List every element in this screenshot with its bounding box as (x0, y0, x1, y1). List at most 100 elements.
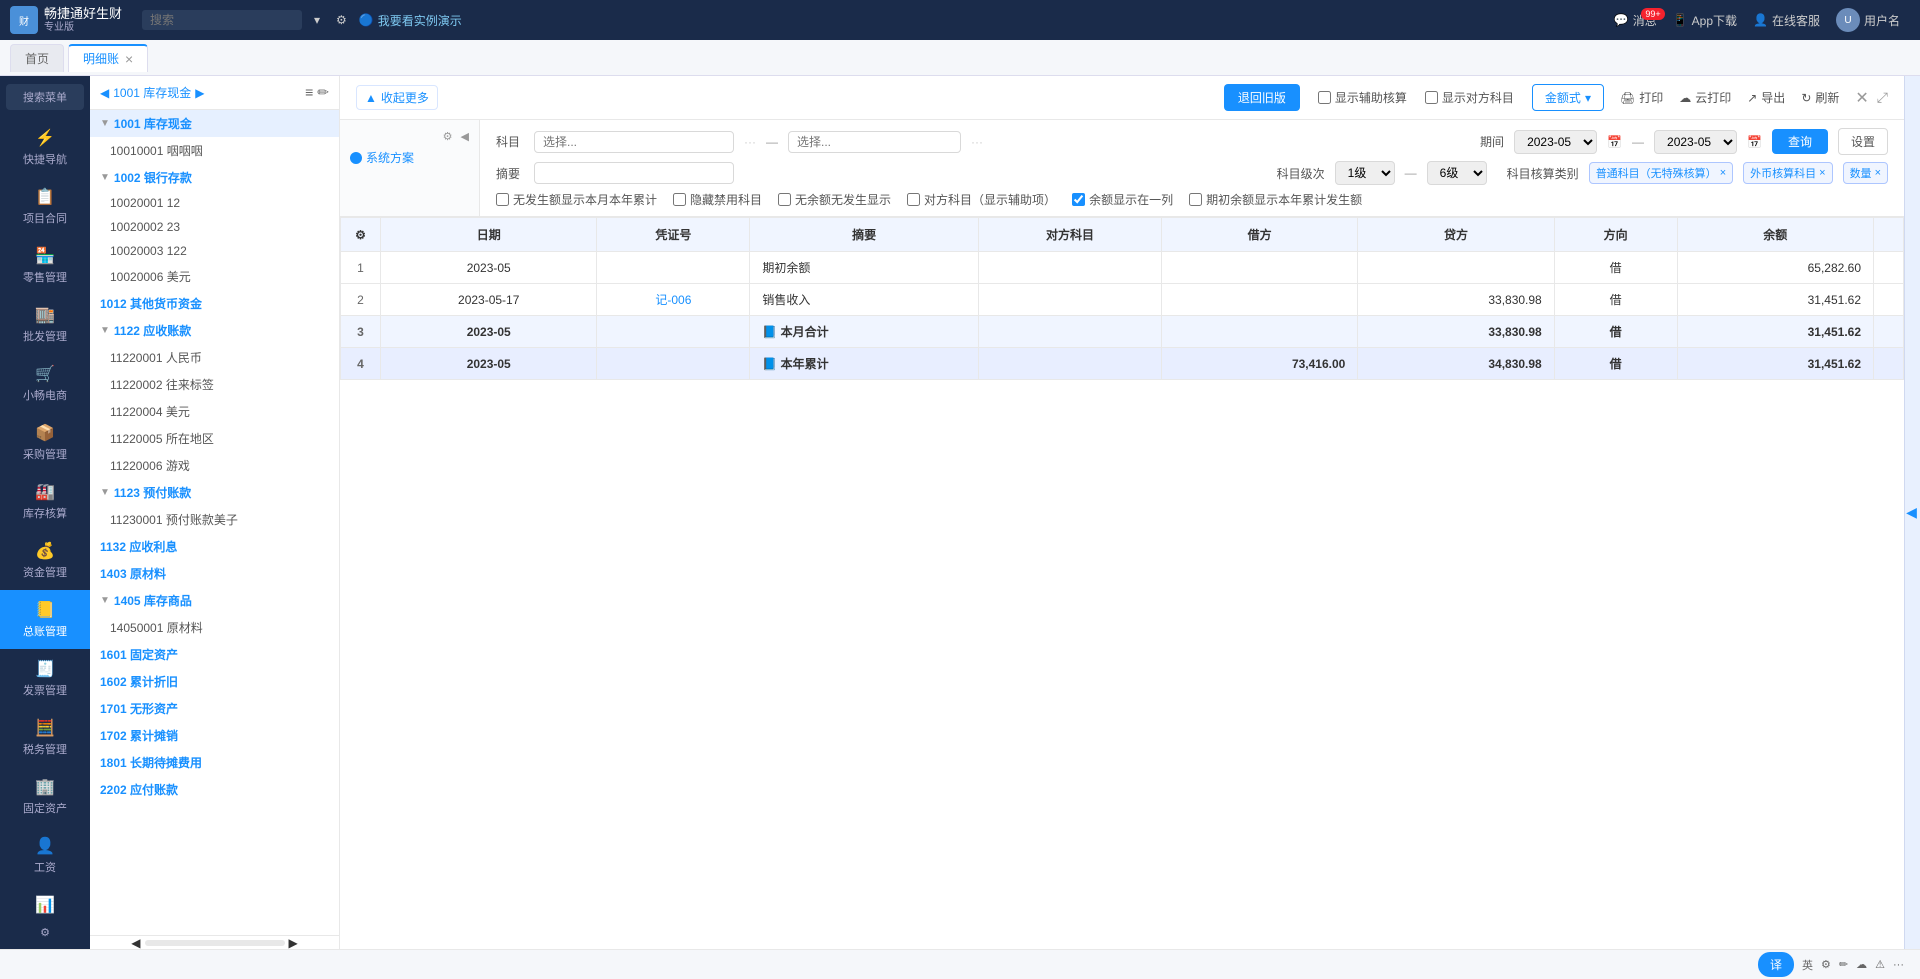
account-item-1132[interactable]: 1132 应收利息 (90, 533, 339, 560)
account-item-1405[interactable]: ▼ 1405 库存商品 (90, 587, 339, 614)
user-avatar[interactable]: U 用户名 (1836, 8, 1900, 32)
status-english[interactable]: 英 (1802, 957, 1813, 973)
voucher-style-btn[interactable]: 金额式 ▾ (1532, 84, 1604, 111)
account-item-14050001[interactable]: 14050001 原材料 (90, 614, 339, 641)
tag-close-icon[interactable]: × (1875, 167, 1881, 179)
online-service-btn[interactable]: 👤 在线客服 (1753, 12, 1820, 29)
account-item-1002[interactable]: ▼ 1002 银行存款 (90, 164, 339, 191)
sidebar-item-project[interactable]: 📋 项目合同 (0, 177, 90, 236)
show-opposite-checkbox[interactable]: 显示对方科目 (1425, 89, 1514, 106)
account-item-1123[interactable]: ▼ 1123 预付账款 (90, 479, 339, 506)
level-end-select[interactable]: 6级 (1427, 161, 1487, 185)
period-end-select[interactable]: 2023-05 (1654, 130, 1737, 154)
footer-scrollbar[interactable] (145, 940, 285, 946)
summary-input[interactable] (534, 162, 734, 184)
sidebar-item-salary[interactable]: 👤 工资 (0, 826, 90, 885)
cell-voucher[interactable]: 记-006 (597, 284, 750, 316)
account-item-11230001[interactable]: 11230001 预付账款美子 (90, 506, 339, 533)
subject-end-input[interactable] (788, 131, 961, 153)
level-start-select[interactable]: 1级 (1335, 161, 1395, 185)
cloud-print-btn[interactable]: ☁ 云打印 (1679, 89, 1731, 106)
account-item-11220002[interactable]: 11220002 往来标签 (90, 371, 339, 398)
tab-home[interactable]: 首页 (10, 44, 64, 72)
sidebar-item-purchase[interactable]: 📦 采购管理 (0, 413, 90, 472)
checkbox-hide-disabled[interactable]: 隐藏禁用科目 (673, 191, 762, 208)
period-end-calendar-icon[interactable]: 📅 (1747, 135, 1762, 149)
dropdown-icon[interactable]: ▾ (310, 9, 324, 31)
refresh-btn[interactable]: ↻ 刷新 (1801, 89, 1839, 106)
account-item-11220004[interactable]: 11220004 美元 (90, 398, 339, 425)
checkbox-initial-balance[interactable]: 期初余额显示本年累计发生额 (1189, 191, 1362, 208)
account-item-1122[interactable]: ▼ 1122 应收账款 (90, 317, 339, 344)
settings-icon[interactable]: ⚙ (332, 9, 351, 31)
status-warning[interactable]: ⚠ (1875, 958, 1885, 971)
checkbox-balance-column[interactable]: 余额显示在一列 (1072, 191, 1173, 208)
sidebar-item-quick-nav[interactable]: ⚡ 快捷导航 (0, 118, 90, 177)
account-item-1602[interactable]: 1602 累计折旧 (90, 668, 339, 695)
print-btn[interactable]: 🖨 打印 (1620, 89, 1663, 106)
period-calendar-icon[interactable]: 📅 (1607, 135, 1622, 149)
footer-left-arrow[interactable]: ◀ (131, 936, 140, 950)
translate-btn[interactable]: 译 (1758, 952, 1794, 977)
query-button[interactable]: 查询 (1772, 129, 1828, 154)
account-item-1701[interactable]: 1701 无形资产 (90, 695, 339, 722)
account-item-1001[interactable]: ▼ 1001 库存现金 (90, 110, 339, 137)
account-item-10020001[interactable]: 10020001 12 (90, 191, 339, 215)
sidebar-item-invoice[interactable]: 🧾 发票管理 (0, 649, 90, 708)
scheme-collapse-icon[interactable]: ◀ (461, 130, 469, 143)
status-settings[interactable]: ⚙ (1821, 958, 1831, 971)
sidebar-settings[interactable]: ⚙ (0, 916, 90, 949)
close-panel-btn[interactable]: ✕ (1855, 88, 1868, 108)
tag-quantity[interactable]: 数量 × (1843, 162, 1888, 184)
system-scheme-btn[interactable]: 系统方案 (350, 149, 469, 166)
expand-more-btn[interactable]: ▲ 收起更多 (356, 85, 438, 110)
sidebar-item-retail[interactable]: 🏪 零售管理 (0, 236, 90, 295)
tag-close-icon[interactable]: × (1720, 167, 1726, 179)
breadcrumb-input[interactable] (142, 10, 302, 30)
tree-list-icon[interactable]: ≡ (305, 84, 313, 101)
sidebar-item-ledger[interactable]: 📒 总账管理 (0, 590, 90, 649)
checkbox-opposite-subject[interactable]: 对方科目（显示辅助项） (907, 191, 1056, 208)
export-btn[interactable]: ↗ 导出 (1747, 89, 1785, 106)
show-auxiliary-checkbox[interactable]: 显示辅助核算 (1318, 89, 1407, 106)
scheme-filter-icon[interactable]: ⚙ (443, 130, 453, 143)
sidebar-item-capital[interactable]: 💰 资金管理 (0, 531, 90, 590)
sidebar-item-wholesale[interactable]: 🏬 批发管理 (0, 295, 90, 354)
account-item-1702[interactable]: 1702 累计摊销 (90, 722, 339, 749)
account-item-1403[interactable]: 1403 原材料 (90, 560, 339, 587)
panel-expand-icon[interactable]: ⤢ (1877, 89, 1888, 106)
period-start-select[interactable]: 2023-05 (1514, 130, 1597, 154)
sidebar-item-assets[interactable]: 🏢 固定资产 (0, 767, 90, 826)
account-nav-forward[interactable]: ▶ (195, 86, 204, 100)
tab-close-icon[interactable]: × (125, 51, 133, 67)
account-item-11220006[interactable]: 11220006 游戏 (90, 452, 339, 479)
account-item-1601[interactable]: 1601 固定资产 (90, 641, 339, 668)
tag-ordinary[interactable]: 普通科目（无特殊核算） × (1589, 162, 1733, 184)
account-item-10010001[interactable]: 10010001 咽咽咽 (90, 137, 339, 164)
app-download-btn[interactable]: 📱 App下载 (1673, 12, 1737, 29)
status-dots[interactable]: ··· (1893, 959, 1904, 971)
account-item-11220001[interactable]: 11220001 人民币 (90, 344, 339, 371)
status-cloud[interactable]: ☁ (1856, 958, 1867, 971)
account-item-1801[interactable]: 1801 长期待摊费用 (90, 749, 339, 776)
checkbox-no-amount[interactable]: 无发生额显示本月本年累计 (496, 191, 657, 208)
sidebar-search-button[interactable]: 搜索菜单 (6, 84, 84, 110)
tree-edit-icon[interactable]: ✏ (317, 84, 329, 101)
sidebar-item-ecommerce[interactable]: 🛒 小畅电商 (0, 354, 90, 413)
subject-input[interactable] (534, 131, 734, 153)
demo-button[interactable]: 🔵 我要看实例演示 (359, 12, 462, 29)
tab-detail[interactable]: 明细账 × (68, 44, 148, 72)
sidebar-item-inventory[interactable]: 🏭 库存核算 (0, 472, 90, 531)
account-item-1012[interactable]: 1012 其他货币资金 (90, 290, 339, 317)
account-item-11220005[interactable]: 11220005 所在地区 (90, 425, 339, 452)
sidebar-item-tax[interactable]: 🧮 税务管理 (0, 708, 90, 767)
tag-foreign[interactable]: 外币核算科目 × (1743, 162, 1832, 184)
status-edit[interactable]: ✏ (1839, 958, 1848, 971)
footer-right-arrow[interactable]: ▶ (289, 936, 298, 950)
right-collapsed-panel[interactable]: ◀ (1904, 76, 1920, 949)
sidebar-item-management[interactable]: 📊 经营管理 (0, 885, 90, 916)
account-item-10020003[interactable]: 10020003 122 (90, 239, 339, 263)
settings-button[interactable]: 设置 (1838, 128, 1888, 155)
account-item-10020006[interactable]: 10020006 美元 (90, 263, 339, 290)
message-btn[interactable]: 💬 消息 99+ (1614, 12, 1657, 29)
